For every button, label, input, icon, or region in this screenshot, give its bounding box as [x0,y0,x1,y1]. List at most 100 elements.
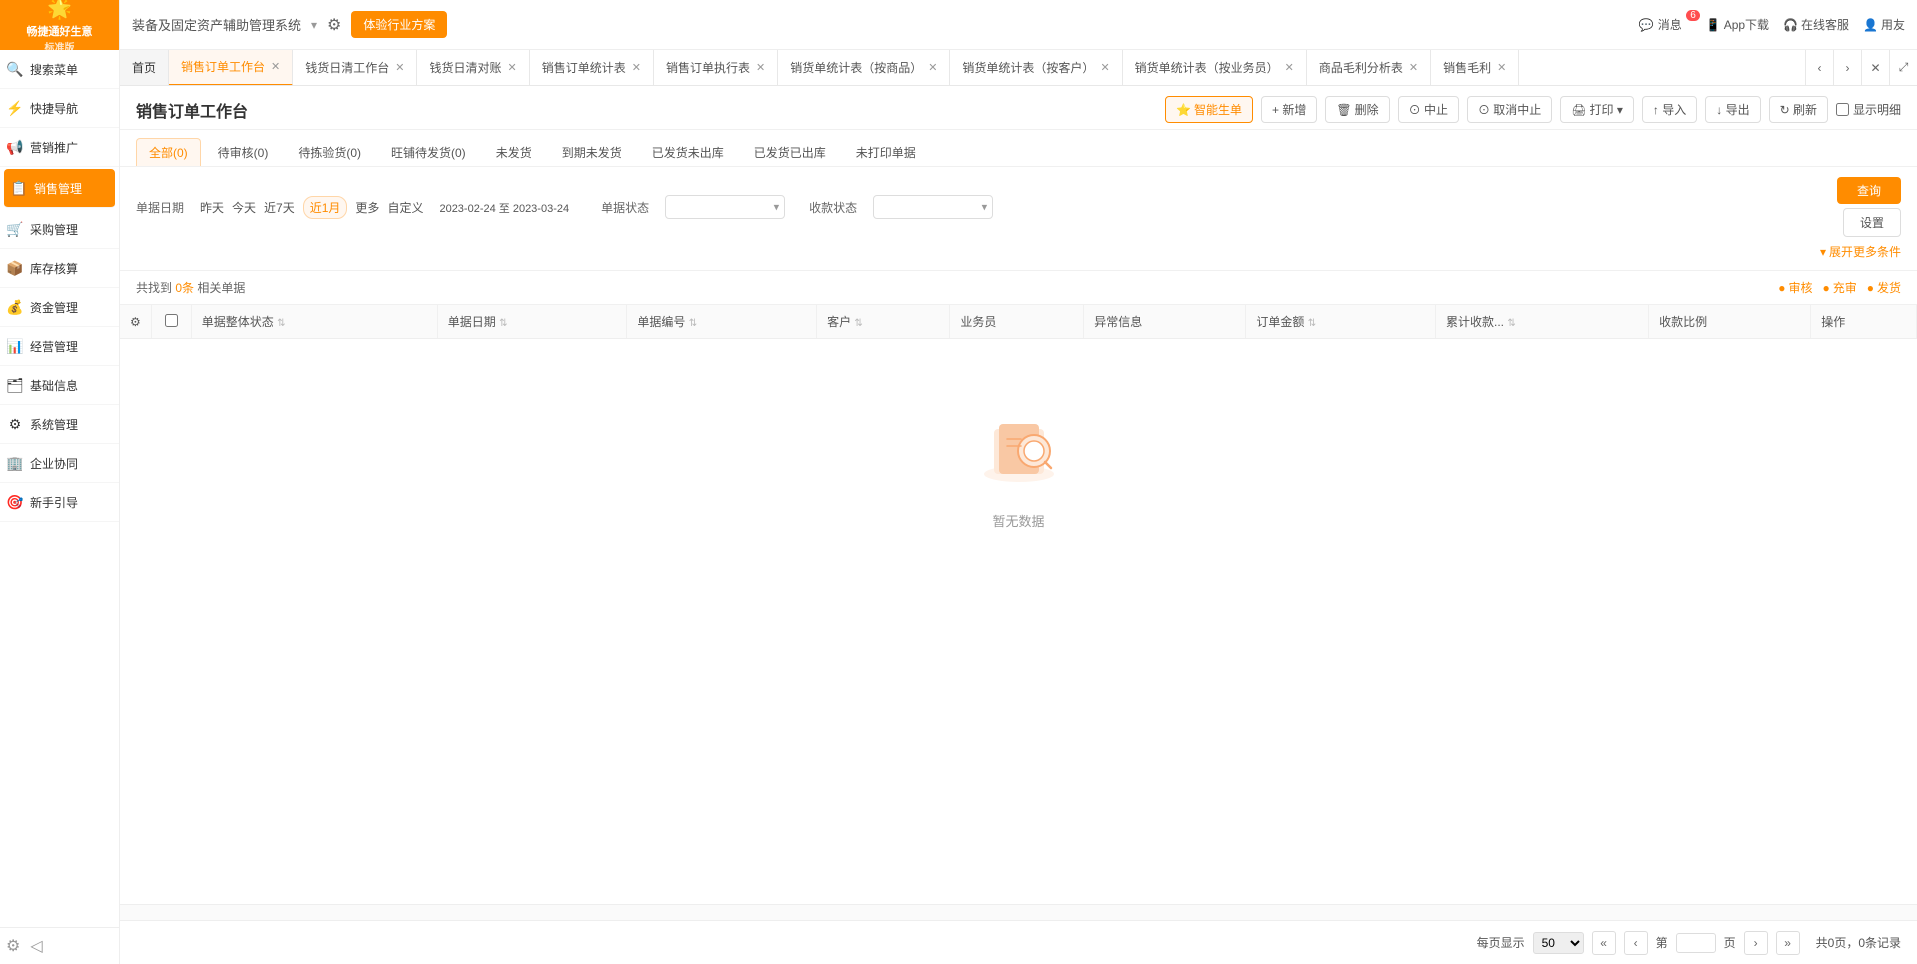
sidebar-label-search: 搜索菜单 [30,61,78,78]
refresh-btn[interactable]: ↻ 刷新 [1769,96,1828,123]
date-opt-7days[interactable]: 近7天 [264,199,295,216]
sidebar-item-system[interactable]: ⚙ 系统管理 [0,405,119,444]
tab-close-7[interactable]: ✕ [1100,61,1109,74]
date-opt-more[interactable]: 更多 [355,199,379,216]
query-btn[interactable]: 查询 [1837,177,1901,204]
tab-1[interactable]: 销售订单工作台✕ [169,50,293,86]
next-page-btn[interactable]: › [1744,931,1768,955]
first-page-btn[interactable]: « [1592,931,1616,955]
sales-icon: 📋 [10,179,28,197]
sidebar-item-operations[interactable]: 📊 经营管理 [0,327,119,366]
print-btn[interactable]: 🖨 打印 ▾ [1560,96,1634,123]
add-btn[interactable]: + 新增 [1261,96,1317,123]
tab-10[interactable]: 销售毛利✕ [1431,50,1519,86]
sidebar-item-purchase[interactable]: 🛒 采购管理 [0,210,119,249]
tab-close-9[interactable]: ✕ [1409,61,1418,74]
sort-status-icon[interactable]: ⇅ [277,318,285,329]
import-btn[interactable]: ↑ 导入 [1642,96,1697,123]
user-btn[interactable]: 👤 用友 [1863,16,1905,33]
sort-amount-icon[interactable]: ⇅ [1308,318,1316,329]
sort-number-icon[interactable]: ⇅ [689,318,697,329]
tab-9[interactable]: 商品毛利分析表✕ [1307,50,1431,86]
show-detail-checkbox[interactable] [1836,103,1849,116]
tab-next-btn[interactable]: › [1833,50,1861,86]
subtab-2[interactable]: 待拣验货(0) [285,138,374,166]
subtab-1[interactable]: 待审核(0) [205,138,282,166]
sidebar-item-inventory[interactable]: 📦 库存核算 [0,249,119,288]
tab-6[interactable]: 销货单统计表（按商品）✕ [778,50,950,86]
tab-8[interactable]: 销货单统计表（按业务员）✕ [1123,50,1307,86]
sidebar-item-quicknav[interactable]: ⚡ 快捷导航 [0,89,119,128]
industry-btn[interactable]: 体验行业方案 [351,11,447,38]
tab-close-4[interactable]: ✕ [632,61,641,74]
subtab-5[interactable]: 到期未发货 [549,138,635,166]
app-download-btn[interactable]: 📱 App下载 [1706,16,1769,33]
date-opt-custom[interactable]: 自定义 [387,199,423,216]
tab-5[interactable]: 销售订单执行表✕ [654,50,778,86]
tab-close-6[interactable]: ✕ [928,61,937,74]
tab-close-btn[interactable]: ✕ [1861,50,1889,86]
last-page-btn[interactable]: » [1776,931,1800,955]
unaudit-btn[interactable]: ● 充审 [1822,279,1856,296]
show-detail-label[interactable]: 显示明细 [1836,101,1901,118]
tab-close-2[interactable]: ✕ [395,61,404,74]
audit-btn[interactable]: ● 审核 [1778,279,1812,296]
tab-close-3[interactable]: ✕ [508,61,517,74]
tab-4[interactable]: 销售订单统计表✕ [530,50,654,86]
prev-page-btn[interactable]: ‹ [1624,931,1648,955]
message-btn[interactable]: 💬 6 消息 [1639,16,1692,33]
select-all-checkbox[interactable] [165,314,178,327]
sidebar-item-guide[interactable]: 🎯 新手引导 [0,483,119,522]
set-btn[interactable]: 设置 [1843,208,1901,237]
page-size-select[interactable]: 50 100 200 [1533,932,1584,954]
tab-7[interactable]: 销货单统计表（按客户）✕ [950,50,1122,86]
sort-collected-icon[interactable]: ⇅ [1507,318,1515,329]
th-checkbox[interactable] [151,305,191,339]
sort-date-icon[interactable]: ⇅ [499,318,507,329]
subtab-0[interactable]: 全部(0) [136,138,201,166]
cancel-stop-btn[interactable]: ⊙ 取消中止 [1467,96,1552,123]
tab-3[interactable]: 钱货日清对账✕ [417,50,529,86]
tab-prev-btn[interactable]: ‹ [1805,50,1833,86]
subtab-6[interactable]: 已发货未出库 [639,138,737,166]
tab-2[interactable]: 钱货日清工作台✕ [293,50,417,86]
payment-select[interactable] [873,195,993,219]
smart-generate-btn[interactable]: ⭐ 智能生单 [1165,96,1253,123]
expand-conditions-btn[interactable]: ▾ 展开更多条件 [1820,243,1901,260]
gear-icon[interactable]: ⚙ [327,15,341,35]
sidebar-item-basic[interactable]: 🗂 基础信息 [0,366,119,405]
subtab-3[interactable]: 旺铺待发货(0) [378,138,479,166]
status-select[interactable] [665,195,785,219]
tab-close-10[interactable]: ✕ [1497,61,1506,74]
online-service-btn[interactable]: 🎧 在线客服 [1783,16,1849,33]
tab-close-1[interactable]: ✕ [271,60,280,73]
sidebar-item-enterprise[interactable]: 🏢 企业协同 [0,444,119,483]
date-opt-yesterday[interactable]: 昨天 [200,199,224,216]
date-opt-1month[interactable]: 近1月 [303,196,348,219]
subtab-4[interactable]: 未发货 [483,138,545,166]
date-opt-today[interactable]: 今天 [232,199,256,216]
export-btn[interactable]: ↓ 导出 [1705,96,1760,123]
stop-btn[interactable]: ⊙ 中止 [1398,96,1459,123]
sort-customer-icon[interactable]: ⇅ [854,318,862,329]
dropdown-arrow-icon[interactable]: ▾ [311,18,317,32]
sidebar-item-sales[interactable]: 📋 销售管理 [4,169,115,208]
tab-close-5[interactable]: ✕ [756,61,765,74]
page-number-input[interactable]: 1 [1676,933,1716,953]
tab-close-8[interactable]: ✕ [1285,61,1294,74]
sidebar-item-finance[interactable]: 💰 资金管理 [0,288,119,327]
ship-btn[interactable]: ● 发货 [1867,279,1901,296]
sidebar-item-marketing[interactable]: 📢 营销推广 [0,128,119,167]
th-ratio: 收款比例 [1649,305,1811,339]
horizontal-scrollbar[interactable] [120,904,1917,920]
subtab-8[interactable]: 未打印单据 [843,138,929,166]
settings-col-icon[interactable]: ⚙ [130,315,141,329]
subtab-7[interactable]: 已发货已出库 [741,138,839,166]
tab-maximize-btn[interactable]: ⤢ [1889,50,1917,86]
tab-0[interactable]: 首页 [120,50,169,86]
settings-icon[interactable]: ⚙ [6,936,20,956]
delete-btn[interactable]: 🗑 删除 [1325,96,1389,123]
sidebar-item-search[interactable]: 🔍 搜索菜单 [0,50,119,89]
collapse-icon[interactable]: ◁ [30,936,42,956]
th-settings[interactable]: ⚙ [120,305,151,339]
